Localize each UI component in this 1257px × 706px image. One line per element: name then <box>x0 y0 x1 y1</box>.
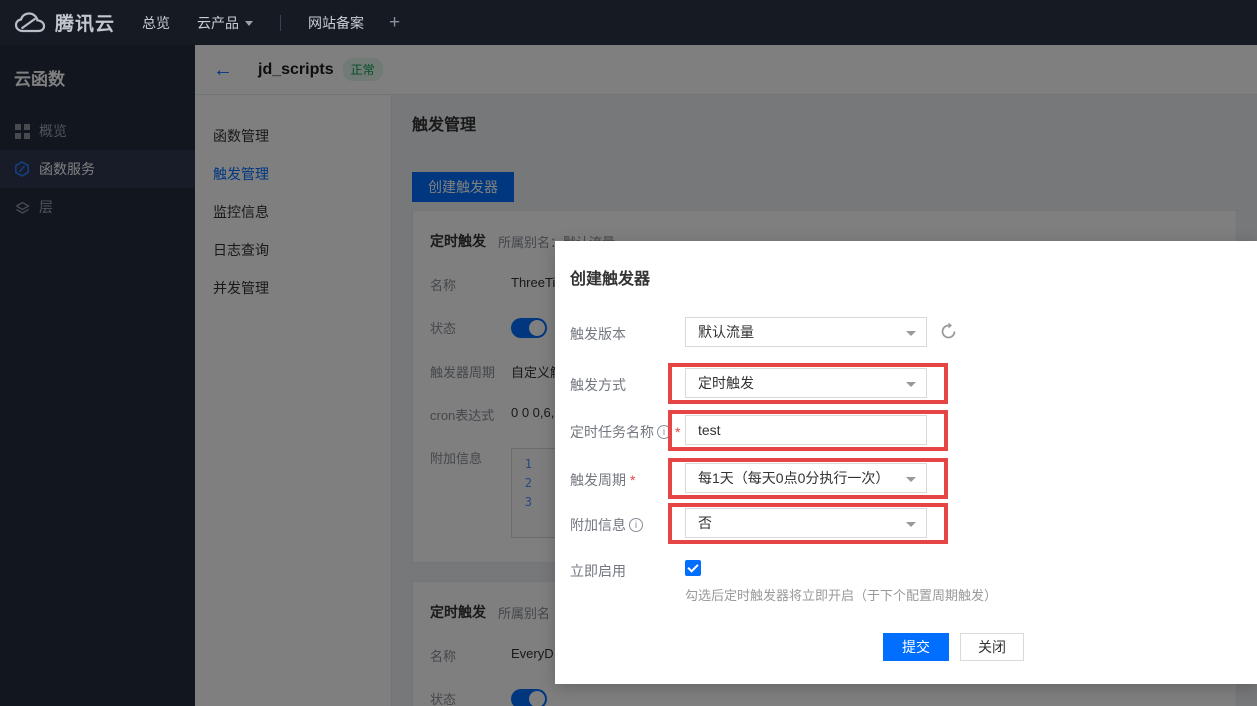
info-icon[interactable]: i <box>629 518 643 532</box>
required-asterisk: * <box>630 472 635 488</box>
trigger-period-select[interactable]: 每1天（每天0点0分执行一次） <box>685 463 927 493</box>
chevron-down-icon <box>906 477 916 482</box>
submit-button[interactable]: 提交 <box>883 633 949 661</box>
chevron-down-icon <box>906 522 916 527</box>
timer-task-name-input[interactable] <box>685 415 927 445</box>
extra-info-label: 附加信息i <box>570 515 643 535</box>
extra-info-select[interactable]: 否 <box>685 508 927 538</box>
top-navbar: 腾讯云 总览 云产品 网站备案 + <box>0 0 1257 45</box>
enable-now-checkbox-checked[interactable] <box>685 560 701 576</box>
info-icon[interactable]: i <box>657 425 671 439</box>
nav-item-cloud-products[interactable]: 云产品 <box>197 13 253 33</box>
nav-item-icp-filing[interactable]: 网站备案 <box>308 13 364 33</box>
brand-name: 腾讯云 <box>55 9 115 36</box>
trigger-version-label: 触发版本 <box>570 324 626 344</box>
close-button[interactable]: 关闭 <box>960 633 1024 661</box>
enable-now-label: 立即启用 <box>570 561 626 581</box>
dialog-title: 创建触发器 <box>570 265 650 289</box>
chevron-down-icon <box>906 331 916 336</box>
chevron-down-icon <box>906 382 916 387</box>
create-trigger-dialog: 创建触发器 触发版本 默认流量 触发方式 定时触发 定时任务名称i* 触发周期*… <box>555 241 1257 684</box>
required-asterisk: * <box>675 424 680 440</box>
refresh-icon[interactable] <box>939 322 959 342</box>
trigger-period-label: 触发周期* <box>570 470 635 490</box>
trigger-type-select[interactable]: 定时触发 <box>685 368 927 398</box>
add-tab-plus-icon[interactable]: + <box>389 12 400 34</box>
trigger-version-select[interactable]: 默认流量 <box>685 317 927 347</box>
navbar-divider <box>280 15 281 31</box>
enable-now-help-text: 勾选后定时触发器将立即开启（于下个配置周期触发） <box>685 585 997 604</box>
trigger-type-label: 触发方式 <box>570 375 626 395</box>
nav-item-overview[interactable]: 总览 <box>142 13 170 33</box>
chevron-down-icon <box>245 21 253 26</box>
tencent-cloud-logo-icon[interactable] <box>14 12 46 34</box>
timer-task-name-label: 定时任务名称i* <box>570 422 680 442</box>
